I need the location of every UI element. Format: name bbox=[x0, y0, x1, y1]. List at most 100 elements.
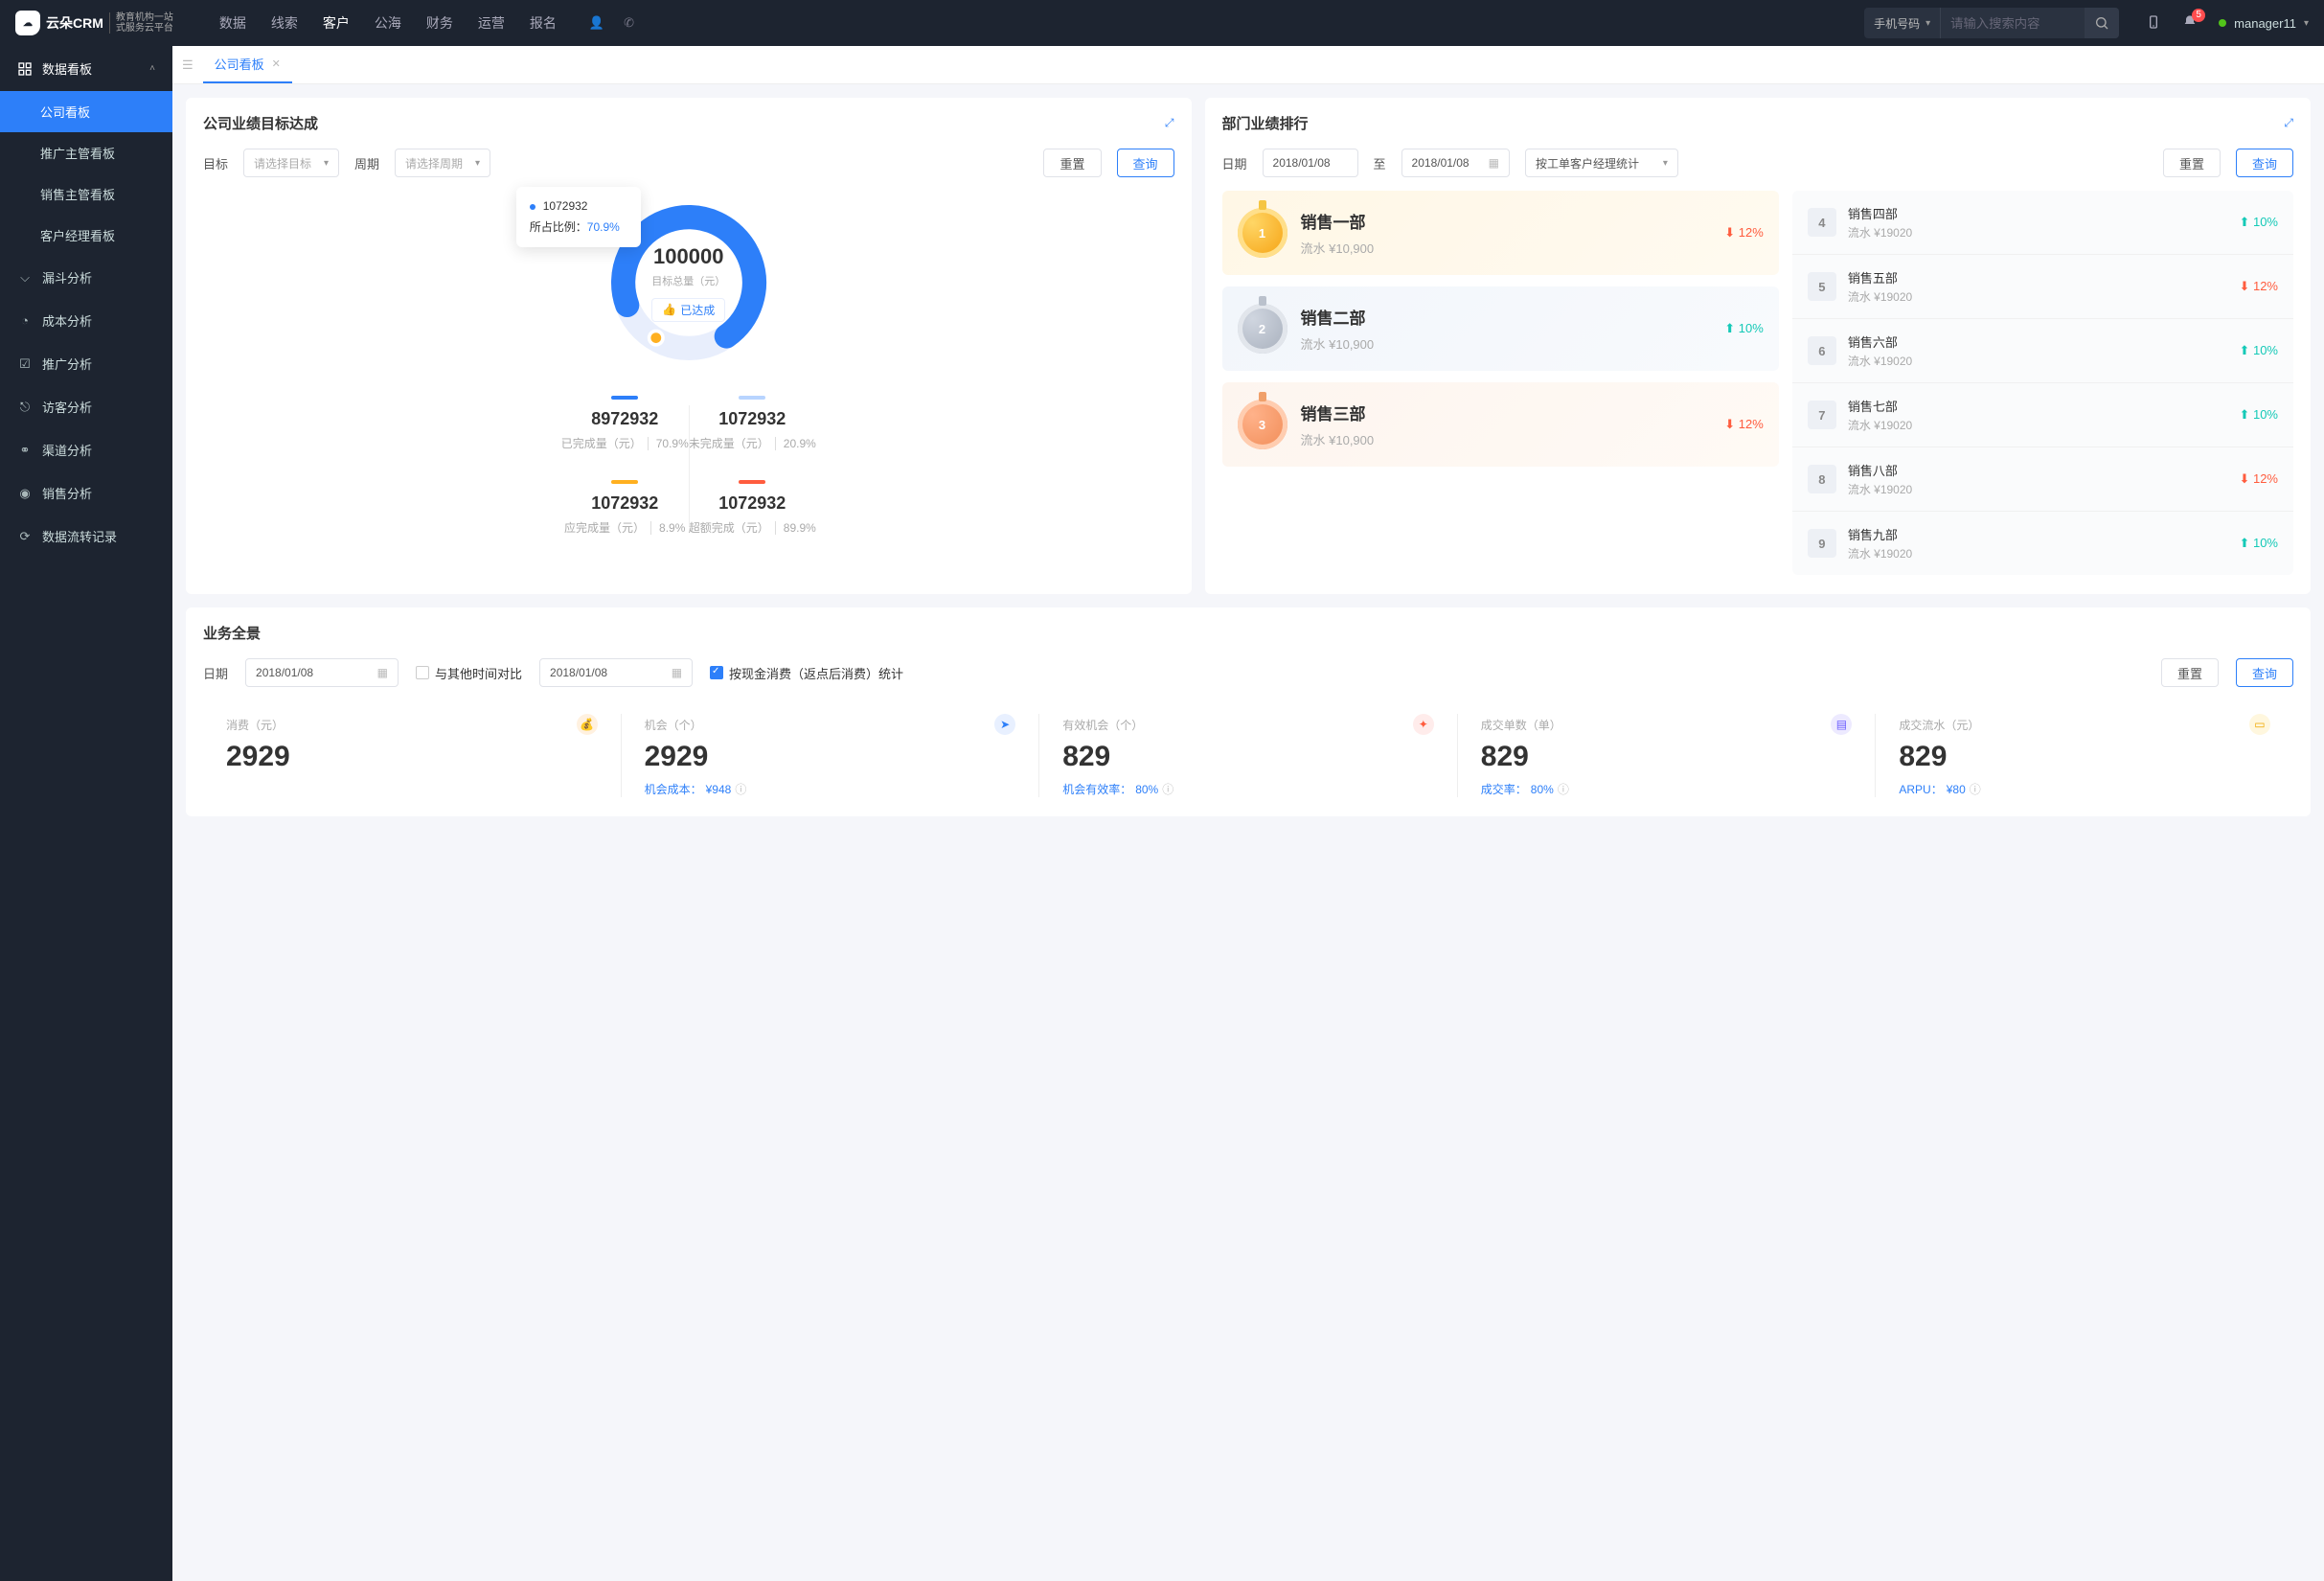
sidebar-item[interactable]: ⌵漏斗分析 bbox=[0, 256, 172, 299]
help-icon[interactable]: ⓘ bbox=[1970, 781, 1981, 797]
sidebar-item[interactable]: ◔成本分析 bbox=[0, 299, 172, 342]
sidebar-item[interactable]: ⎋访客分析 bbox=[0, 385, 172, 428]
trend-badge: ⬆ 10% bbox=[2239, 407, 2278, 423]
sidebar-group-header[interactable]: 数据看板 ˄ bbox=[0, 46, 172, 91]
calendar-icon: ▦ bbox=[672, 666, 682, 679]
reset-button[interactable]: 重置 bbox=[2163, 149, 2221, 177]
trend-badge: ⬆ 10% bbox=[1724, 321, 1764, 336]
reset-button[interactable]: 重置 bbox=[1043, 149, 1101, 177]
search-button[interactable] bbox=[2085, 8, 2119, 38]
card-title: 部门业绩排行 bbox=[1222, 113, 1309, 133]
date-input[interactable]: 2018/01/08▦ bbox=[245, 658, 399, 687]
metric: 成交单数（单）▤829成交率：80% ⓘ bbox=[1458, 714, 1877, 797]
date-label: 日期 bbox=[1222, 154, 1247, 172]
chevron-down-icon: ▾ bbox=[2304, 18, 2309, 29]
chevron-down-icon: ▾ bbox=[1925, 18, 1930, 29]
brand-name: 云朵CRM bbox=[46, 13, 103, 33]
checkbox-icon bbox=[416, 666, 429, 679]
chevron-down-icon: ▾ bbox=[324, 158, 329, 169]
rank-top-card[interactable]: 1销售一部流水 ¥10,900⬇ 12% bbox=[1222, 191, 1779, 275]
username: manager11 bbox=[2234, 16, 2296, 31]
rank-row[interactable]: 7销售七部流水 ¥19020⬆ 10% bbox=[1792, 383, 2293, 447]
tabs-bar: ☰ 公司看板 ✕ bbox=[172, 46, 2324, 84]
nav-extra-icons: 👤 ✆ bbox=[589, 15, 634, 31]
hamburger-icon[interactable]: ☰ bbox=[182, 57, 194, 73]
flow-icon: ⟳ bbox=[17, 529, 33, 544]
reset-button[interactable]: 重置 bbox=[2161, 658, 2219, 687]
donut-total: 100000 bbox=[653, 244, 723, 269]
sidebar-item[interactable]: ⚭渠道分析 bbox=[0, 428, 172, 471]
nav-item[interactable]: 线索 bbox=[271, 0, 298, 46]
rank-number: 8 bbox=[1808, 465, 1836, 493]
sidebar-child-item[interactable]: 推广主管看板 bbox=[0, 132, 172, 173]
query-button[interactable]: 查询 bbox=[2236, 149, 2293, 177]
dept-ranking-card: 部门业绩排行 ⤢ 日期 2018/01/08 至 2018/01/08▦ 按工单… bbox=[1205, 98, 2311, 594]
device-icon[interactable] bbox=[2146, 14, 2161, 33]
help-icon[interactable]: ⓘ bbox=[1558, 781, 1569, 797]
metric-icon: ➤ bbox=[994, 714, 1015, 735]
card-title: 业务全景 bbox=[203, 623, 261, 643]
metric-icon: ✦ bbox=[1413, 714, 1434, 735]
rank-number: 6 bbox=[1808, 336, 1836, 365]
compare-checkbox[interactable]: 与其他时间对比 bbox=[416, 664, 522, 682]
funnel-icon: ⌵ bbox=[17, 270, 33, 286]
sidebar-child-item[interactable]: 销售主管看板 bbox=[0, 173, 172, 215]
sidebar-item[interactable]: ◉销售分析 bbox=[0, 471, 172, 515]
date-to-input[interactable]: 2018/01/08▦ bbox=[1401, 149, 1510, 177]
period-select[interactable]: 请选择周期▾ bbox=[395, 149, 490, 177]
thumbs-up-icon: 👍 bbox=[662, 303, 676, 316]
bar-icon bbox=[611, 480, 638, 484]
top-nav: ☁ 云朵CRM 教育机构一站 式服务云平台 数据线索客户公海财务运营报名 👤 ✆… bbox=[0, 0, 2324, 46]
main-area: ☰ 公司看板 ✕ 公司业绩目标达成 ⤢ 目标 请选择目标▾ 周期 bbox=[172, 46, 2324, 1581]
nav-item[interactable]: 数据 bbox=[219, 0, 246, 46]
cash-checkbox[interactable]: 按现金消费（返点后消费）统计 bbox=[710, 664, 903, 682]
search-input[interactable] bbox=[1941, 8, 2085, 38]
brand-subtitle: 教育机构一站 式服务云平台 bbox=[109, 12, 173, 34]
date-to-label: 至 bbox=[1374, 154, 1386, 172]
help-icon[interactable]: ⓘ bbox=[1162, 781, 1173, 797]
date-from-input[interactable]: 2018/01/08 bbox=[1263, 149, 1358, 177]
medal-icon: 3 bbox=[1238, 400, 1287, 449]
search-type-select[interactable]: 手机号码▾ bbox=[1864, 8, 1941, 38]
nav-item[interactable]: 客户 bbox=[323, 0, 350, 46]
phone-icon[interactable]: ✆ bbox=[624, 15, 634, 31]
help-icon[interactable]: ⓘ bbox=[735, 781, 746, 797]
user-menu[interactable]: manager11 ▾ bbox=[2219, 16, 2309, 31]
expand-icon[interactable]: ⤢ bbox=[2284, 116, 2293, 130]
sidebar-item[interactable]: ☑推广分析 bbox=[0, 342, 172, 385]
sidebar-child-item[interactable]: 客户经理看板 bbox=[0, 215, 172, 256]
cost-icon: ◔ bbox=[17, 313, 33, 329]
query-button[interactable]: 查询 bbox=[2236, 658, 2293, 687]
nav-item[interactable]: 公海 bbox=[375, 0, 401, 46]
tab-company-dashboard[interactable]: 公司看板 ✕ bbox=[203, 46, 292, 83]
rank-top-card[interactable]: 2销售二部流水 ¥10,900⬆ 10% bbox=[1222, 286, 1779, 371]
query-button[interactable]: 查询 bbox=[1117, 149, 1174, 177]
promo-icon: ☑ bbox=[17, 356, 33, 372]
rank-top-card[interactable]: 3销售三部流水 ¥10,900⬇ 12% bbox=[1222, 382, 1779, 467]
nav-item[interactable]: 运营 bbox=[478, 0, 505, 46]
nav-item[interactable]: 财务 bbox=[426, 0, 453, 46]
notifications-button[interactable]: 5 bbox=[2182, 14, 2198, 33]
close-icon[interactable]: ✕ bbox=[272, 57, 281, 70]
logo: ☁ 云朵CRM 教育机构一站 式服务云平台 bbox=[15, 11, 173, 35]
sidebar-child-item[interactable]: 公司看板 bbox=[0, 91, 172, 132]
sidebar: 数据看板 ˄ 公司看板推广主管看板销售主管看板客户经理看板 ⌵漏斗分析◔成本分析… bbox=[0, 46, 172, 1581]
nav-items: 数据线索客户公海财务运营报名 bbox=[219, 0, 557, 46]
nav-item[interactable]: 报名 bbox=[530, 0, 557, 46]
rank-row[interactable]: 4销售四部流水 ¥19020⬆ 10% bbox=[1792, 191, 2293, 255]
person-icon[interactable]: 👤 bbox=[589, 15, 604, 31]
rank-row[interactable]: 8销售八部流水 ¥19020⬇ 12% bbox=[1792, 447, 2293, 512]
sales-icon: ◉ bbox=[17, 486, 33, 501]
rank-row[interactable]: 9销售九部流水 ¥19020⬆ 10% bbox=[1792, 512, 2293, 575]
metric: 有效机会（个）✦829机会有效率：80% ⓘ bbox=[1039, 714, 1458, 797]
medal-icon: 1 bbox=[1238, 208, 1287, 258]
rank-row[interactable]: 5销售五部流水 ¥19020⬇ 12% bbox=[1792, 255, 2293, 319]
expand-icon[interactable]: ⤢ bbox=[1165, 116, 1174, 130]
compare-date-input[interactable]: 2018/01/08▦ bbox=[539, 658, 693, 687]
goal-stat: 1072932超额完成（元）89.9% bbox=[689, 480, 816, 536]
bar-icon bbox=[739, 480, 765, 484]
sidebar-item[interactable]: ⟳数据流转记录 bbox=[0, 515, 172, 558]
group-by-select[interactable]: 按工单客户经理统计▾ bbox=[1525, 149, 1678, 177]
rank-row[interactable]: 6销售六部流水 ¥19020⬆ 10% bbox=[1792, 319, 2293, 383]
target-select[interactable]: 请选择目标▾ bbox=[243, 149, 339, 177]
